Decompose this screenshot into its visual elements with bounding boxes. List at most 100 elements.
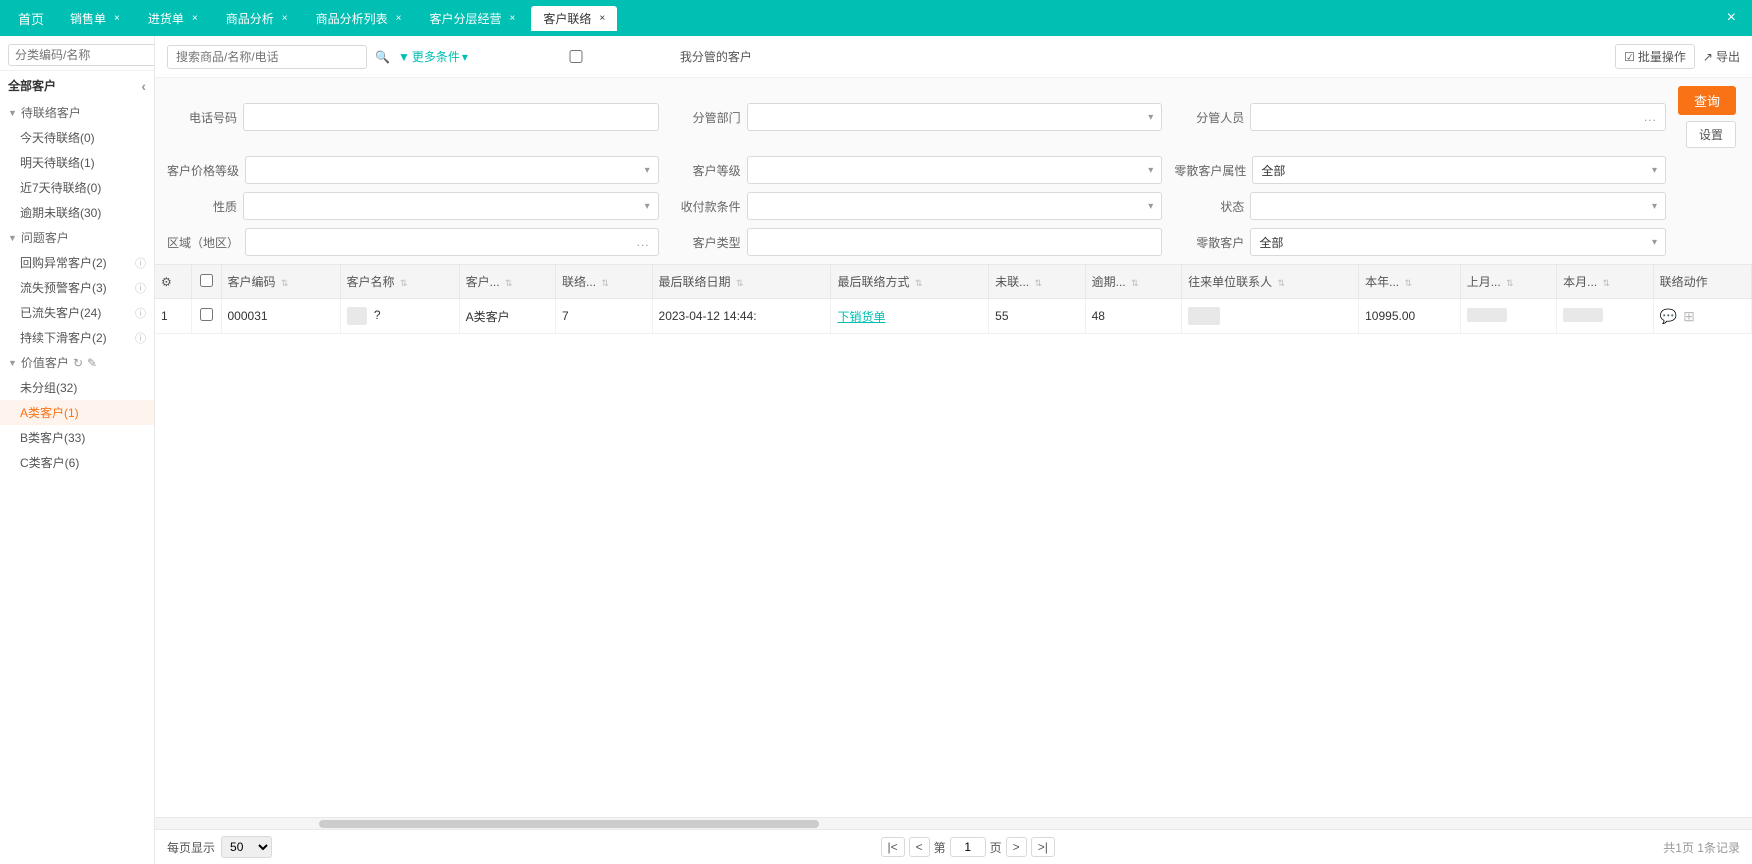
sidebar-item-a-class[interactable]: A类客户(1) [0, 400, 154, 425]
contact-method-link[interactable]: 下销货单 [837, 310, 885, 324]
sidebar-item-repurchase-abnormal[interactable]: 回购异常客户(2) ⓘ [0, 250, 154, 275]
tab-close-icon[interactable]: × [396, 13, 402, 24]
sort-icon[interactable]: ⇅ [505, 278, 513, 288]
customer-code-cell: 000031 [221, 299, 340, 334]
grid-action-icon[interactable]: ⊞ [1683, 308, 1695, 325]
tab-close-icon[interactable]: × [114, 13, 120, 24]
my-customers-checkbox[interactable] [476, 50, 676, 63]
refresh-icon[interactable]: ↻ [73, 356, 83, 370]
prev-page-button[interactable]: < [909, 837, 930, 857]
info-icon[interactable]: ⓘ [135, 280, 146, 296]
sort-icon[interactable]: ⇅ [1277, 278, 1285, 288]
export-button[interactable]: ↗ 导出 [1703, 48, 1740, 65]
filter-row-region: 区域（地区） ... [167, 228, 659, 256]
query-button[interactable]: 查询 [1678, 86, 1736, 115]
sort-icon[interactable]: ⇅ [400, 278, 408, 288]
sort-icon[interactable]: ⇅ [1404, 278, 1412, 288]
tab-close-icon[interactable]: × [282, 13, 288, 24]
more-conditions-button[interactable]: ▼ 更多条件 ▾ [398, 48, 468, 65]
item-label: 已流失客户(24) [20, 304, 135, 321]
sidebar-item-churned[interactable]: 已流失客户(24) ⓘ [0, 300, 154, 325]
sidebar-item-ungrouped[interactable]: 未分组(32) [0, 375, 154, 400]
tab-sales-order[interactable]: 销售单 × [58, 6, 132, 31]
next-page-button[interactable]: > [1006, 837, 1027, 857]
retail-attr-input[interactable]: 全部 ▾ [1252, 156, 1666, 184]
scrollbar-thumb[interactable] [319, 820, 819, 828]
manager-input[interactable]: ... [1250, 103, 1666, 131]
filter-row-customer-type: 客户类型 [671, 228, 1163, 256]
dept-input[interactable]: ▾ [747, 103, 1163, 131]
filter-row-retail-attr: 零散客户属性 全部 ▾ [1174, 156, 1666, 184]
info-icon[interactable]: ⓘ [135, 305, 146, 321]
page-number-input[interactable] [950, 837, 986, 857]
horizontal-scrollbar[interactable] [155, 817, 1752, 829]
customer-type-input[interactable] [747, 228, 1163, 256]
info-icon[interactable]: ⓘ [135, 330, 146, 346]
sort-icon[interactable]: ⇅ [1603, 278, 1611, 288]
first-page-button[interactable]: |< [881, 837, 905, 857]
search-icon[interactable]: 🔍 [375, 50, 390, 64]
tab-product-analysis[interactable]: 商品分析 × [214, 6, 300, 31]
pending-contact-group[interactable]: ▼ 待联络客户 [0, 100, 154, 125]
sidebar-item-b-class[interactable]: B类客户(33) [0, 425, 154, 450]
overdue-col-header: 逾期... ⇅ [1085, 265, 1181, 299]
tab-close-icon[interactable]: × [509, 13, 515, 24]
last-contact-method-cell[interactable]: 下销货单 [831, 299, 989, 334]
sort-icon[interactable]: ⇅ [281, 278, 289, 288]
retail-customer-input[interactable]: 全部 ▾ [1250, 228, 1666, 256]
tab-customer-segment[interactable]: 客户分层经营 × [417, 6, 527, 31]
tab-close-icon[interactable]: × [192, 13, 198, 24]
chat-action-icon[interactable]: 💬 [1660, 308, 1677, 325]
sidebar-item-declining[interactable]: 持续下滑客户(2) ⓘ [0, 325, 154, 350]
phone-input[interactable] [243, 103, 659, 131]
item-label: 流失预警客户(3) [20, 279, 135, 296]
tab-product-analysis-list[interactable]: 商品分析列表 × [304, 6, 414, 31]
status-label: 状态 [1174, 198, 1244, 215]
value-customer-group[interactable]: ▼ 价值客户 ↻ ✎ [0, 350, 154, 375]
settings-col-header[interactable]: ⚙ [155, 265, 191, 299]
sort-icon[interactable]: ⇅ [1506, 278, 1514, 288]
sidebar-item-today-pending[interactable]: 今天待联络(0) [0, 125, 154, 150]
edit-icon[interactable]: ✎ [87, 356, 97, 370]
sidebar-item-overdue-pending[interactable]: 逾期未联络(30) [0, 200, 154, 225]
customer-name-cell: ? [340, 299, 459, 334]
close-all-button[interactable]: × [1719, 9, 1744, 26]
tab-close-icon[interactable]: × [599, 13, 605, 24]
status-input[interactable]: ▾ [1250, 192, 1666, 220]
region-input[interactable]: ... [245, 228, 659, 256]
checkbox-col-header[interactable] [191, 265, 221, 299]
category-search-input[interactable] [8, 44, 155, 66]
sidebar-collapse-icon[interactable]: ‹ [141, 78, 146, 94]
home-tab[interactable]: 首页 [8, 5, 54, 32]
price-level-input[interactable]: ▾ [245, 156, 659, 184]
search-input[interactable] [167, 45, 367, 69]
info-icon[interactable]: ⓘ [135, 255, 146, 271]
sort-icon[interactable]: ⇅ [736, 278, 744, 288]
last-month-cell [1460, 299, 1556, 334]
settings-button[interactable]: 设置 [1686, 121, 1736, 148]
sort-icon[interactable]: ⇅ [915, 278, 923, 288]
payment-input[interactable]: ▾ [747, 192, 1163, 220]
tab-purchase-order[interactable]: 进货单 × [136, 6, 210, 31]
sort-icon[interactable]: ⇅ [1131, 278, 1139, 288]
select-all-checkbox[interactable] [200, 274, 213, 287]
tab-customer-contact[interactable]: 客户联络 × [531, 6, 617, 31]
sidebar-item-c-class[interactable]: C类客户(6) [0, 450, 154, 475]
nature-input[interactable]: ▾ [243, 192, 659, 220]
col-label: 最后联络方式 [837, 275, 909, 289]
sidebar-item-churn-warning[interactable]: 流失预警客户(3) ⓘ [0, 275, 154, 300]
last-page-button[interactable]: >| [1031, 837, 1055, 857]
sort-icon[interactable]: ⇅ [1035, 278, 1043, 288]
sort-icon[interactable]: ⇅ [601, 278, 609, 288]
sidebar-item-7days-pending[interactable]: 近7天待联络(0) [0, 175, 154, 200]
sidebar-item-tomorrow-pending[interactable]: 明天待联络(1) [0, 150, 154, 175]
filter-row-phone: 电话号码 [167, 103, 659, 131]
row-checkbox-cell[interactable] [191, 299, 221, 334]
problem-customer-group[interactable]: ▼ 问题客户 [0, 225, 154, 250]
row-checkbox[interactable] [200, 308, 213, 321]
region-label: 区域（地区） [167, 234, 239, 251]
my-customers-label: 我分管的客户 [680, 48, 752, 65]
batch-operation-button[interactable]: ☑ 批量操作 [1615, 44, 1695, 69]
per-page-select[interactable]: 50 100 200 [221, 836, 272, 858]
customer-level-input[interactable]: ▾ [747, 156, 1163, 184]
